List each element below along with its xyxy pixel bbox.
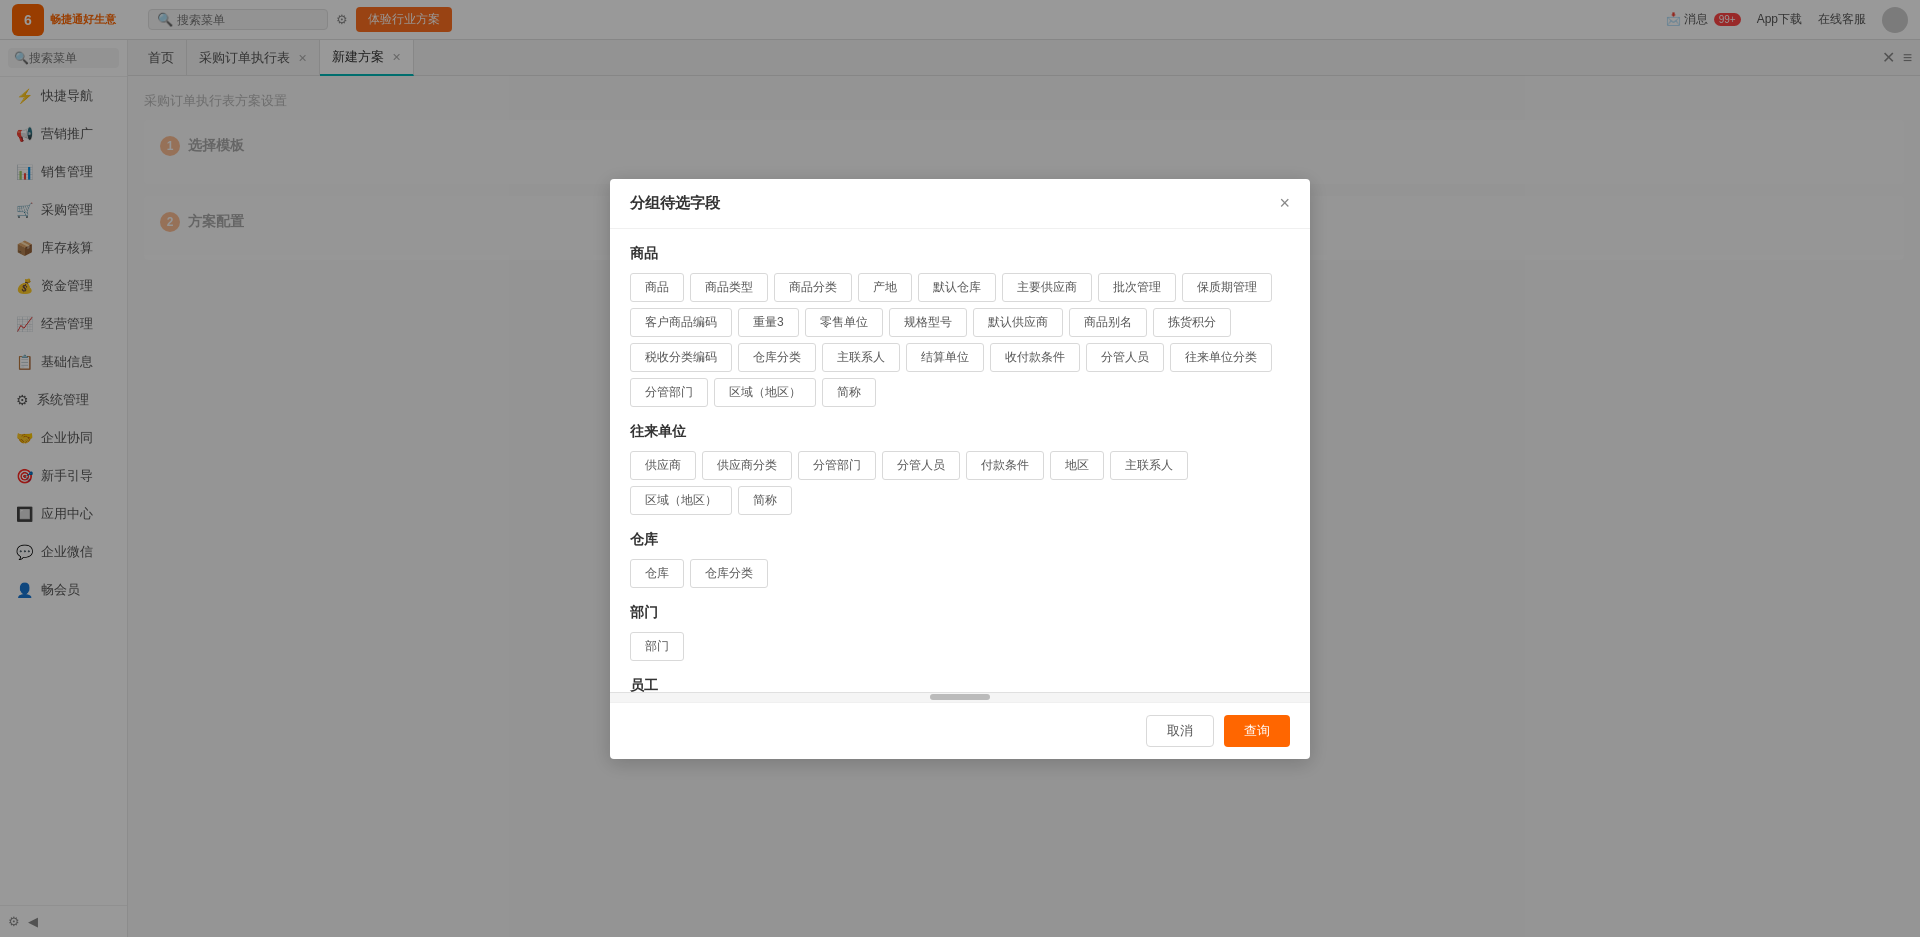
field-chip[interactable]: 区域（地区） bbox=[630, 486, 732, 515]
field-chip[interactable]: 结算单位 bbox=[906, 343, 984, 372]
section-title-往来单位: 往来单位 bbox=[630, 423, 1290, 441]
section-商品: 商品商品商品类型商品分类产地默认仓库主要供应商批次管理保质期管理客户商品编码重量… bbox=[630, 245, 1290, 407]
field-chip[interactable]: 重量3 bbox=[738, 308, 799, 337]
field-chip[interactable]: 主要供应商 bbox=[1002, 273, 1092, 302]
field-chip[interactable]: 收付款条件 bbox=[990, 343, 1080, 372]
field-chip[interactable]: 分管人员 bbox=[1086, 343, 1164, 372]
section-部门: 部门部门 bbox=[630, 604, 1290, 661]
main-area: 🔍 ⚡快捷导航📢营销推广📊销售管理🛒采购管理📦库存核算💰资金管理📈经营管理📋基础… bbox=[0, 40, 1920, 937]
app-container: 6 畅捷通好生意 🔍 ⚙ 体验行业方案 📩 消息 99+ App下载 在线客服 bbox=[0, 0, 1920, 937]
field-chip[interactable]: 默认供应商 bbox=[973, 308, 1063, 337]
field-chip[interactable]: 分管人员 bbox=[882, 451, 960, 480]
field-chip[interactable]: 默认仓库 bbox=[918, 273, 996, 302]
section-title-员工: 员工 bbox=[630, 677, 1290, 693]
content-body: 采购订单执行表方案设置 1 选择模板 2 方案配置 bbox=[128, 76, 1920, 937]
field-chip[interactable]: 商品类型 bbox=[690, 273, 768, 302]
field-chips-商品: 商品商品类型商品分类产地默认仓库主要供应商批次管理保质期管理客户商品编码重量3零… bbox=[630, 273, 1290, 407]
field-chip[interactable]: 批次管理 bbox=[1098, 273, 1176, 302]
field-selection-modal: 分组待选字段 × 商品商品商品类型商品分类产地默认仓库主要供应商批次管理保质期管… bbox=[610, 179, 1310, 759]
field-chip[interactable]: 规格型号 bbox=[889, 308, 967, 337]
modal-body[interactable]: 商品商品商品类型商品分类产地默认仓库主要供应商批次管理保质期管理客户商品编码重量… bbox=[610, 229, 1310, 693]
cancel-button[interactable]: 取消 bbox=[1146, 715, 1214, 747]
field-chip[interactable]: 主联系人 bbox=[1110, 451, 1188, 480]
field-chips-部门: 部门 bbox=[630, 632, 1290, 661]
field-chip[interactable]: 保质期管理 bbox=[1182, 273, 1272, 302]
modal-header: 分组待选字段 × bbox=[610, 179, 1310, 229]
field-chip[interactable]: 商品分类 bbox=[774, 273, 852, 302]
field-chip[interactable]: 零售单位 bbox=[805, 308, 883, 337]
section-title-仓库: 仓库 bbox=[630, 531, 1290, 549]
field-chip[interactable]: 客户商品编码 bbox=[630, 308, 732, 337]
modal-title: 分组待选字段 bbox=[630, 194, 720, 213]
modal-footer: 取消 查询 bbox=[610, 702, 1310, 759]
field-chip[interactable]: 供应商分类 bbox=[702, 451, 792, 480]
field-chip[interactable]: 仓库分类 bbox=[738, 343, 816, 372]
confirm-button[interactable]: 查询 bbox=[1224, 715, 1290, 747]
modal-hscroll[interactable] bbox=[610, 692, 1310, 701]
field-chip[interactable]: 拣货积分 bbox=[1153, 308, 1231, 337]
modal-overlay: 分组待选字段 × 商品商品商品类型商品分类产地默认仓库主要供应商批次管理保质期管… bbox=[128, 76, 1920, 937]
field-chip[interactable]: 税收分类编码 bbox=[630, 343, 732, 372]
field-chip[interactable]: 地区 bbox=[1050, 451, 1104, 480]
field-chip[interactable]: 部门 bbox=[630, 632, 684, 661]
modal-close-btn[interactable]: × bbox=[1279, 193, 1290, 214]
section-员工: 员工业务员 bbox=[630, 677, 1290, 693]
field-chip[interactable]: 分管部门 bbox=[798, 451, 876, 480]
field-chip[interactable]: 仓库 bbox=[630, 559, 684, 588]
field-chip[interactable]: 往来单位分类 bbox=[1170, 343, 1272, 372]
field-chip[interactable]: 区域（地区） bbox=[714, 378, 816, 407]
field-chip[interactable]: 分管部门 bbox=[630, 378, 708, 407]
field-chip[interactable]: 商品别名 bbox=[1069, 308, 1147, 337]
sections-container: 商品商品商品类型商品分类产地默认仓库主要供应商批次管理保质期管理客户商品编码重量… bbox=[630, 245, 1290, 693]
field-chip[interactable]: 付款条件 bbox=[966, 451, 1044, 480]
content-area: 首页采购订单执行表✕新建方案✕ ✕ ≡ 采购订单执行表方案设置 1 选择模板 bbox=[128, 40, 1920, 937]
field-chip[interactable]: 产地 bbox=[858, 273, 912, 302]
section-title-商品: 商品 bbox=[630, 245, 1290, 263]
section-往来单位: 往来单位供应商供应商分类分管部门分管人员付款条件地区主联系人区域（地区）简称 bbox=[630, 423, 1290, 515]
field-chips-往来单位: 供应商供应商分类分管部门分管人员付款条件地区主联系人区域（地区）简称 bbox=[630, 451, 1290, 515]
field-chip[interactable]: 仓库分类 bbox=[690, 559, 768, 588]
section-title-部门: 部门 bbox=[630, 604, 1290, 622]
field-chip[interactable]: 简称 bbox=[738, 486, 792, 515]
field-chips-仓库: 仓库仓库分类 bbox=[630, 559, 1290, 588]
field-chip[interactable]: 简称 bbox=[822, 378, 876, 407]
section-仓库: 仓库仓库仓库分类 bbox=[630, 531, 1290, 588]
field-chip[interactable]: 供应商 bbox=[630, 451, 696, 480]
field-chip[interactable]: 主联系人 bbox=[822, 343, 900, 372]
field-chip[interactable]: 商品 bbox=[630, 273, 684, 302]
